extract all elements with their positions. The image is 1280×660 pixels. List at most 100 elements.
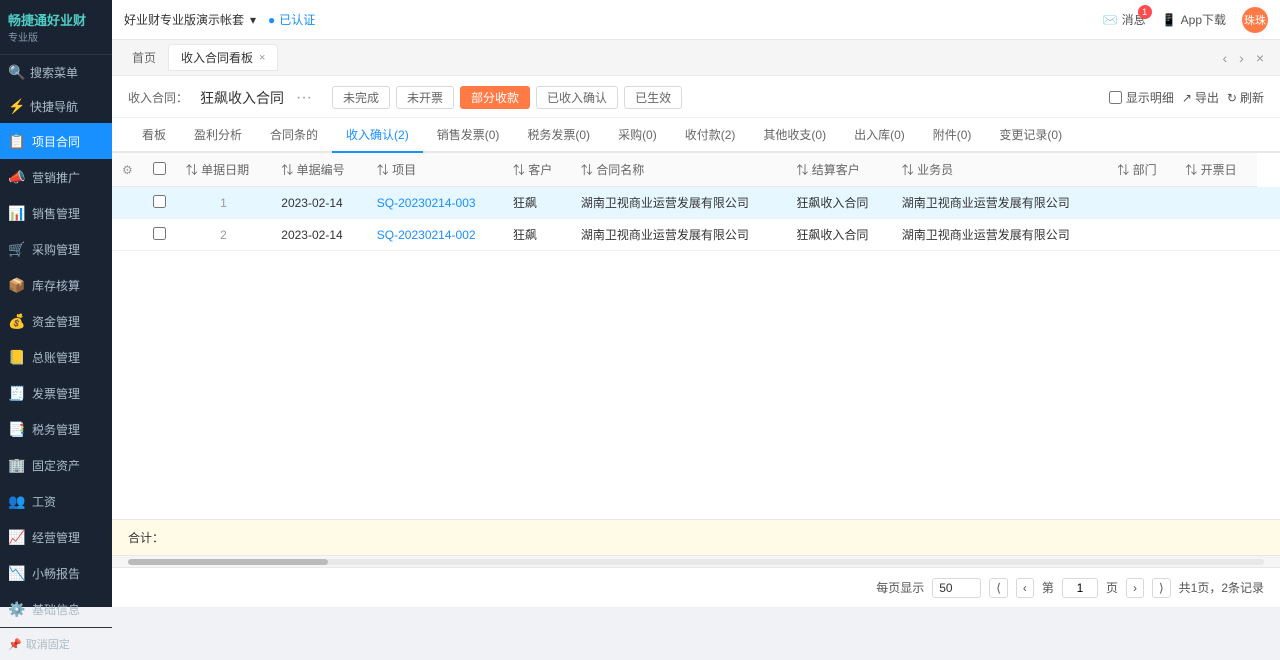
home-label: 首页 [132, 51, 156, 65]
sales-icon: 📊 [8, 204, 26, 222]
sidebar-item-fixed[interactable]: 🏢固定资产 [0, 447, 112, 483]
app-download-btn[interactable]: 📱 App下载 [1162, 11, 1226, 28]
subtab-change_log[interactable]: 变更记录(0) [985, 118, 1076, 153]
subtab-attachment[interactable]: 附件(0) [919, 118, 986, 153]
tab-close-all-btn[interactable]: × [1252, 48, 1268, 68]
sidebar-item-general[interactable]: 📒总账管理 [0, 339, 112, 375]
sort-icon-open_date[interactable]: ⇅ [1185, 163, 1197, 177]
next-page-btn[interactable]: › [1126, 578, 1144, 598]
sidebar-item-marketing[interactable]: 📣营销推广 [0, 159, 112, 195]
subtab-other_income[interactable]: 其他收支(0) [749, 118, 840, 153]
sidebar-label-report: 小畅报告 [32, 565, 80, 582]
status-btn-partial[interactable]: 部分收款 [460, 86, 530, 109]
sidebar-unpin-btn[interactable]: 📌 取消固定 [0, 628, 112, 660]
settings-gear-icon[interactable]: ⚙ [122, 163, 133, 177]
sidebar-item-sales[interactable]: 📊销售管理 [0, 195, 112, 231]
scrollbar-row[interactable] [112, 555, 1280, 567]
subtab-payment[interactable]: 收付款(2) [671, 118, 750, 153]
sidebar-item-operation[interactable]: 📈经营管理 [0, 519, 112, 555]
subtab-profit[interactable]: 盈利分析 [180, 118, 256, 153]
sort-icon-contract_name[interactable]: ⇅ [581, 163, 593, 177]
select-all-checkbox[interactable] [153, 162, 166, 175]
first-page-btn[interactable]: ⟨ [989, 578, 1008, 598]
page-label-2: 页 [1106, 579, 1118, 596]
tab-contract-kanban[interactable]: 收入合同看板 × [168, 44, 278, 71]
table-wrap[interactable]: ⚙⇅ 单据日期⇅ 单据编号⇅ 项目⇅ 客户⇅ 合同名称⇅ 结算客户⇅ 业务员⇅ … [112, 153, 1280, 519]
prev-page-btn[interactable]: ‹ [1016, 578, 1034, 598]
cell-result-customer: 湖南卫视商业运营发展有限公司 [892, 187, 1107, 219]
sort-icon-date[interactable]: ⇅ [186, 163, 198, 177]
tabbar: 首页 收入合同看板 × ‹ › × [112, 40, 1280, 76]
purchase-icon: 🛒 [8, 240, 26, 258]
sidebar-bottom-label: 取消固定 [26, 636, 70, 652]
cell-project: 狂飙 [503, 219, 571, 251]
tab-next-btn[interactable]: › [1235, 48, 1248, 68]
message-icon: ✉️ [1103, 13, 1118, 27]
sidebar-item-project[interactable]: 📋项目合同 [0, 123, 112, 159]
sidebar-item-search[interactable]: 🔍搜索菜单 [0, 55, 112, 89]
sort-icon-result_customer[interactable]: ⇅ [796, 163, 808, 177]
show-detail-input[interactable] [1109, 91, 1122, 104]
subtab-warehouse[interactable]: 出入库(0) [840, 118, 919, 153]
sort-icon-number[interactable]: ⇅ [281, 163, 293, 177]
per-page-select[interactable]: 2050100 [932, 578, 981, 598]
sidebar-label-labor: 工资 [32, 493, 56, 510]
contract-more-btn[interactable]: ··· [296, 89, 312, 107]
sort-icon-project[interactable]: ⇅ [377, 163, 389, 177]
app-download-label: App下载 [1181, 11, 1226, 28]
message-btn[interactable]: ✉️ 消息 1 [1103, 11, 1146, 28]
sidebar-item-report[interactable]: 📉小畅报告 [0, 555, 112, 591]
status-buttons: 未完成未开票部分收款已收入确认已生效 [332, 86, 682, 109]
status-btn-uninvoiced[interactable]: 未开票 [396, 86, 454, 109]
sidebar-item-basic[interactable]: ⚙️基础信息 [0, 591, 112, 627]
sort-icon-customer[interactable]: ⇅ [513, 163, 525, 177]
tab-prev-btn[interactable]: ‹ [1218, 48, 1231, 68]
subtab-purchase[interactable]: 采购(0) [604, 118, 671, 153]
status-btn-confirmed[interactable]: 已收入确认 [536, 86, 618, 109]
tab-home[interactable]: 首页 [124, 49, 164, 66]
message-badge: 1 [1138, 5, 1152, 19]
tax-icon: 📑 [8, 420, 26, 438]
page-input[interactable] [1062, 578, 1098, 598]
subtab-sales_invoice[interactable]: 销售发票(0) [423, 118, 514, 153]
sidebar-item-quick-nav[interactable]: ⚡快捷导航 [0, 89, 112, 123]
row-checkbox-0[interactable] [153, 195, 166, 208]
subtab-contract_terms[interactable]: 合同条的 [256, 118, 332, 153]
sidebar-label-tax: 税务管理 [32, 421, 80, 438]
show-detail-checkbox[interactable]: 显示明细 [1109, 89, 1174, 106]
subtab-tax_invoice[interactable]: 税务发票(0) [513, 118, 604, 153]
sidebar-item-labor[interactable]: 👥工资 [0, 483, 112, 519]
sidebar-label-invoice: 发票管理 [32, 385, 80, 402]
status-btn-incomplete[interactable]: 未完成 [332, 86, 390, 109]
status-btn-effective[interactable]: 已生效 [624, 86, 682, 109]
subtab-income_confirm[interactable]: 收入确认(2) [332, 118, 423, 153]
sidebar-label-purchase: 采购管理 [32, 241, 80, 258]
scrollbar-thumb[interactable] [128, 559, 328, 565]
sidebar-item-purchase[interactable]: 🛒 采购管理 [0, 231, 112, 267]
sidebar-label-quick-nav: 快捷导航 [30, 98, 78, 115]
export-btn[interactable]: ↗ 导出 [1182, 89, 1219, 106]
sort-icon-salesperson[interactable]: ⇅ [902, 163, 914, 177]
row-checkbox-1[interactable] [153, 227, 166, 240]
subtab-kanban[interactable]: 看板 [128, 118, 180, 153]
table-row[interactable]: 12023-02-14SQ-20230214-003狂飙湖南卫视商业运营发展有限… [112, 187, 1280, 219]
tab-close-icon[interactable]: × [259, 52, 265, 64]
last-page-btn[interactable]: ⟩ [1152, 578, 1171, 598]
company-selector[interactable]: 好业财专业版演示帐套 ▾ [124, 11, 256, 28]
refresh-btn[interactable]: ↻ 刷新 [1227, 89, 1264, 106]
sidebar-item-tax[interactable]: 📑 税务管理 [0, 411, 112, 447]
user-avatar-btn[interactable]: 珠珠 [1242, 7, 1268, 33]
sidebar-item-capital[interactable]: 💰资金管理 [0, 303, 112, 339]
sort-icon-department[interactable]: ⇅ [1117, 163, 1129, 177]
row-number-link[interactable]: SQ-20230214-003 [377, 196, 476, 210]
sidebar-item-invoice[interactable]: 🧾发票管理 [0, 375, 112, 411]
sidebar-item-inventory[interactable]: 📦库存核算 [0, 267, 112, 303]
search-icon: 🔍 [8, 63, 26, 81]
sidebar-label-operation: 经营管理 [32, 529, 80, 546]
th-open_date: ⇅ 开票日 [1175, 153, 1257, 187]
row-number-link[interactable]: SQ-20230214-002 [377, 228, 476, 242]
table-row[interactable]: 22023-02-14SQ-20230214-002狂飙湖南卫视商业运营发展有限… [112, 219, 1280, 251]
table-header: ⚙⇅ 单据日期⇅ 单据编号⇅ 项目⇅ 客户⇅ 合同名称⇅ 结算客户⇅ 业务员⇅ … [112, 153, 1280, 187]
certified-text: 已认证 [279, 11, 315, 28]
cell-index: 2 [176, 219, 272, 251]
